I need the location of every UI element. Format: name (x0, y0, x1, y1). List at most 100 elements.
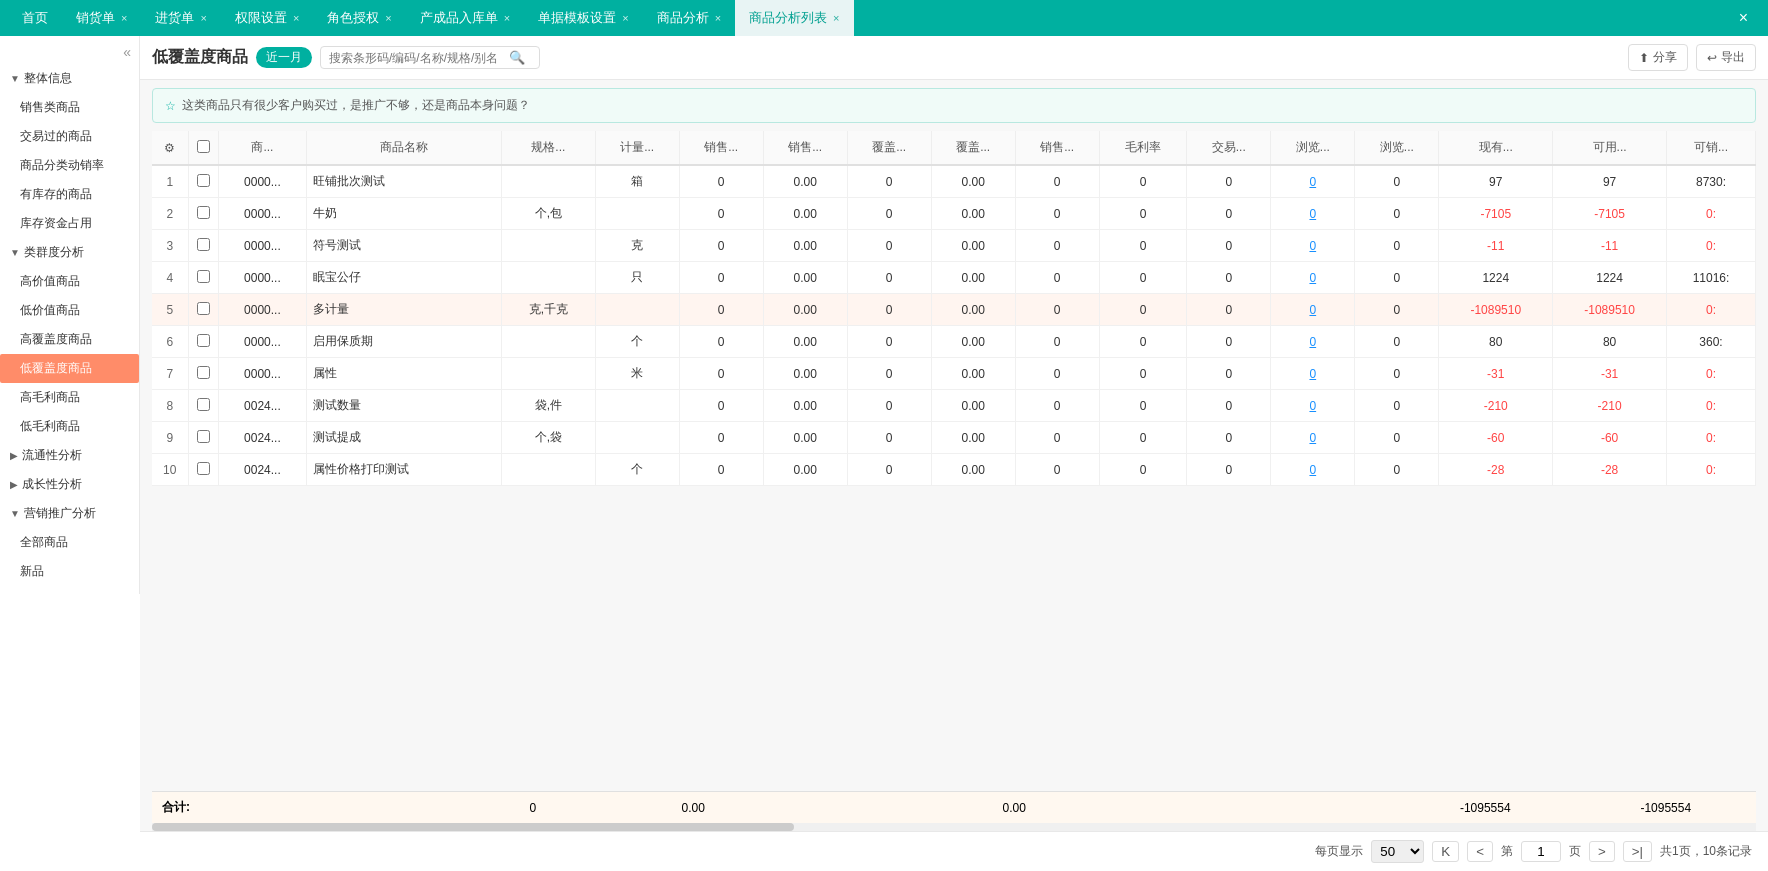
sidebar-item-stocked-goods[interactable]: 有库存的商品 (0, 180, 139, 209)
row-view1[interactable]: 0 (1271, 165, 1355, 198)
next-page-button[interactable]: > (1589, 841, 1615, 862)
row-select-checkbox[interactable] (197, 334, 210, 347)
row-select-checkbox[interactable] (197, 398, 210, 411)
row-view1[interactable]: 0 (1271, 198, 1355, 230)
settings-icon[interactable]: ⚙ (164, 141, 175, 155)
pagination: 每页显示 50 100 200 K < 第 页 > >| 共1页，10条记录 (140, 831, 1768, 871)
nav-roles[interactable]: 角色授权 × (313, 0, 405, 36)
nav-product-close[interactable]: × (504, 12, 510, 24)
nav-sales[interactable]: 销货单 × (62, 0, 141, 36)
sidebar-item-high-value[interactable]: 高价值商品 (0, 267, 139, 296)
col-settings[interactable]: ⚙ (152, 131, 188, 165)
sidebar-section-overview[interactable]: ▼ 整体信息 (0, 64, 139, 93)
first-page-button[interactable]: K (1432, 841, 1459, 862)
col-sales1: 销售... (679, 131, 763, 165)
sidebar-section-marketing[interactable]: ▼ 营销推广分析 (0, 499, 139, 528)
row-checkbox[interactable] (188, 358, 218, 390)
row-cover2: 0.00 (931, 262, 1015, 294)
row-select-checkbox[interactable] (197, 270, 210, 283)
row-checkbox[interactable] (188, 390, 218, 422)
row-sales2: 0.00 (763, 262, 847, 294)
period-button[interactable]: 近一月 (256, 47, 312, 68)
select-all-checkbox[interactable] (197, 140, 210, 153)
row-select-checkbox[interactable] (197, 462, 210, 475)
row-select-checkbox[interactable] (197, 174, 210, 187)
row-view1[interactable]: 0 (1271, 262, 1355, 294)
sidebar-section-growth[interactable]: ▶ 成长性分析 (0, 470, 139, 499)
page-number-input[interactable] (1521, 841, 1561, 862)
prev-page-button[interactable]: < (1467, 841, 1493, 862)
nav-permissions[interactable]: 权限设置 × (221, 0, 313, 36)
nav-sales-close[interactable]: × (121, 12, 127, 24)
sidebar-item-traded-goods[interactable]: 交易过的商品 (0, 122, 139, 151)
nav-analysis-close[interactable]: × (715, 12, 721, 24)
row-view1[interactable]: 0 (1271, 230, 1355, 262)
nav-product-inbound[interactable]: 产成品入库单 × (406, 0, 524, 36)
sidebar-section-cluster[interactable]: ▼ 类群度分析 (0, 238, 139, 267)
export-button[interactable]: ↩ 导出 (1696, 44, 1756, 71)
nav-close-all[interactable]: × (1727, 9, 1760, 27)
sidebar-item-category-rate[interactable]: 商品分类动销率 (0, 151, 139, 180)
row-select-checkbox[interactable] (197, 302, 210, 315)
last-page-button[interactable]: >| (1623, 841, 1652, 862)
row-checkbox[interactable] (188, 454, 218, 486)
row-view2: 0 (1355, 294, 1439, 326)
share-button[interactable]: ⬆ 分享 (1628, 44, 1688, 71)
horizontal-scrollbar[interactable] (152, 823, 1756, 831)
sidebar-section-liquidity[interactable]: ▶ 流通性分析 (0, 441, 139, 470)
info-icon: ☆ (165, 99, 176, 113)
nav-home[interactable]: 首页 (8, 0, 62, 36)
row-checkbox[interactable] (188, 326, 218, 358)
sidebar-item-high-coverage[interactable]: 高覆盖度商品 (0, 325, 139, 354)
nav-product-analysis-list[interactable]: 商品分析列表 × (735, 0, 853, 36)
sidebar-item-low-profit[interactable]: 低毛利商品 (0, 412, 139, 441)
search-input[interactable] (329, 51, 509, 65)
row-select-checkbox[interactable] (197, 430, 210, 443)
nav-permissions-close[interactable]: × (293, 12, 299, 24)
row-cover2: 0.00 (931, 454, 1015, 486)
sidebar-item-all-goods[interactable]: 全部商品 (0, 528, 139, 557)
row-num: 6 (152, 326, 188, 358)
sidebar-item-low-value[interactable]: 低价值商品 (0, 296, 139, 325)
sidebar-item-high-profit[interactable]: 高毛利商品 (0, 383, 139, 412)
row-trade: 0 (1187, 294, 1271, 326)
row-stock2: -1089510 (1553, 294, 1667, 326)
row-select-checkbox[interactable] (197, 366, 210, 379)
row-view2: 0 (1355, 326, 1439, 358)
nav-template-close[interactable]: × (622, 12, 628, 24)
row-view1[interactable]: 0 (1271, 454, 1355, 486)
row-stock2: -60 (1553, 422, 1667, 454)
sidebar-item-inventory-funds[interactable]: 库存资金占用 (0, 209, 139, 238)
row-view1[interactable]: 0 (1271, 422, 1355, 454)
row-checkbox[interactable] (188, 165, 218, 198)
nav-product-analysis[interactable]: 商品分析 × (643, 0, 735, 36)
col-checkbox[interactable] (188, 131, 218, 165)
col-code: 商... (218, 131, 307, 165)
sidebar-collapse-button[interactable]: « (123, 44, 131, 60)
row-stock2: -28 (1553, 454, 1667, 486)
row-checkbox[interactable] (188, 422, 218, 454)
row-checkbox[interactable] (188, 294, 218, 326)
sidebar-item-sales-goods[interactable]: 销售类商品 (0, 93, 139, 122)
nav-purchase-close[interactable]: × (200, 12, 206, 24)
sidebar-item-new-goods[interactable]: 新品 (0, 557, 139, 586)
nav-analysis-list-close[interactable]: × (833, 12, 839, 24)
row-checkbox[interactable] (188, 198, 218, 230)
row-select-checkbox[interactable] (197, 238, 210, 251)
row-view1[interactable]: 0 (1271, 358, 1355, 390)
row-checkbox[interactable] (188, 230, 218, 262)
row-view1[interactable]: 0 (1271, 326, 1355, 358)
sidebar-item-low-coverage[interactable]: 低覆盖度商品 (0, 354, 139, 383)
row-view1[interactable]: 0 (1271, 294, 1355, 326)
per-page-select[interactable]: 50 100 200 (1371, 840, 1424, 863)
row-unit: 克 (595, 230, 679, 262)
nav-template[interactable]: 单据模板设置 × (524, 0, 642, 36)
row-view1[interactable]: 0 (1271, 390, 1355, 422)
col-sellable: 可销... (1667, 131, 1756, 165)
row-checkbox[interactable] (188, 262, 218, 294)
col-cover1: 覆盖... (847, 131, 931, 165)
nav-purchase[interactable]: 进货单 × (141, 0, 220, 36)
row-select-checkbox[interactable] (197, 206, 210, 219)
nav-roles-close[interactable]: × (385, 12, 391, 24)
row-cover1: 0 (847, 454, 931, 486)
